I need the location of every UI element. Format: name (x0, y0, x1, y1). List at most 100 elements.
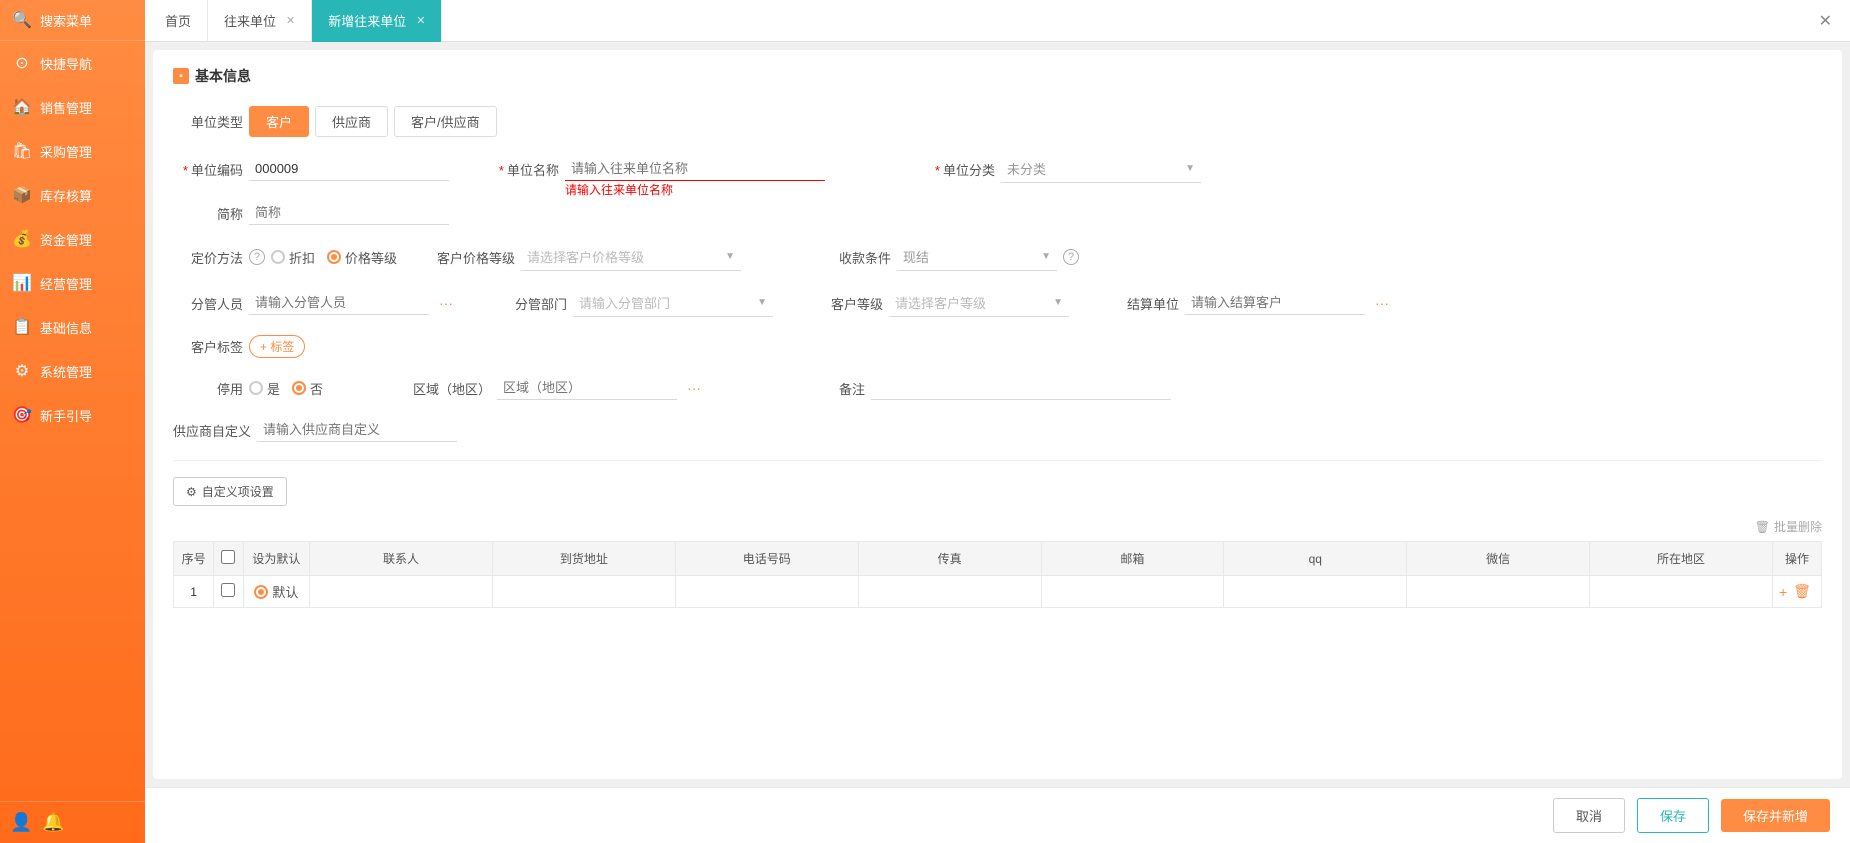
col-contact: 联系人 (310, 542, 493, 576)
section-icon: ▪ (173, 68, 189, 84)
gear-icon: ⚙ (12, 361, 32, 381)
select-all-checkbox[interactable] (221, 550, 235, 564)
fax-input[interactable] (865, 585, 1035, 599)
btn-customer[interactable]: 客户 (249, 106, 309, 137)
col-phone: 电话号码 (675, 542, 858, 576)
delete-row-icon[interactable]: 🗑 (1793, 583, 1811, 600)
sidebar-item-quick-nav[interactable]: ⊙ 快捷导航 (0, 41, 145, 85)
tab-new-partner-close[interactable]: ✕ (416, 14, 425, 27)
unit-type-btn-group: 客户 供应商 客户/供应商 (249, 106, 497, 137)
row-checkbox[interactable] (221, 583, 235, 597)
main-area: 首页 往来单位 ✕ 新增往来单位 ✕ ✕ ▪ 基本信息 单位类型 客户 供应商 … (145, 0, 1850, 843)
notification-icon[interactable]: 🔔 (42, 812, 64, 833)
btn-supplier[interactable]: 供应商 (315, 106, 388, 137)
qq-input[interactable] (1230, 585, 1400, 599)
add-tag-button[interactable]: + 标签 (249, 335, 305, 358)
sidebar-item-sales[interactable]: 🏠 销售管理 (0, 85, 145, 129)
radio-no-dot (296, 385, 302, 391)
row-qq[interactable] (1224, 576, 1407, 608)
batch-delete-icon: 🗑 (1755, 520, 1770, 534)
add-row-icon[interactable]: + (1779, 584, 1787, 600)
wechat-input[interactable] (1413, 585, 1583, 599)
radio-no-circle (292, 381, 306, 395)
disabled-row: 停用 是 否 区域（地区） ··· (173, 376, 1822, 400)
settlement-input[interactable] (1185, 291, 1365, 315)
remarks-input[interactable] (871, 376, 1171, 400)
row-wechat[interactable] (1407, 576, 1590, 608)
manager-label: 分管人员 (173, 294, 243, 313)
region-ellipsis[interactable]: ··· (683, 380, 705, 396)
customer-price-level-placeholder: 请选择客户价格等级 (527, 247, 721, 266)
category-select[interactable]: 未分类 ▼ (1001, 155, 1201, 183)
remarks-label: 备注 (795, 379, 865, 398)
tab-partners[interactable]: 往来单位 ✕ (208, 0, 312, 42)
row-default-dot (258, 589, 264, 595)
row-checkbox-cell (214, 576, 243, 608)
email-input[interactable] (1048, 585, 1218, 599)
department-select[interactable]: 请输入分管部门 ▼ (573, 289, 773, 317)
manager-ellipsis[interactable]: ··· (435, 295, 457, 311)
row-address[interactable] (492, 576, 675, 608)
payment-help-icon[interactable]: ? (1063, 249, 1079, 265)
list-icon: 📋 (12, 317, 32, 337)
custom-settings-button[interactable]: ⚙ 自定义项设置 (173, 477, 287, 506)
sidebar-item-system[interactable]: ⚙ 系统管理 (0, 349, 145, 393)
batch-delete[interactable]: 🗑 批量删除 (173, 518, 1822, 535)
name-label: 单位名称 (489, 160, 559, 179)
sidebar-item-basic-info[interactable]: 📋 基础信息 (0, 305, 145, 349)
code-input[interactable] (249, 157, 449, 181)
row-fax[interactable] (858, 576, 1041, 608)
pricing-row: 定价方法 ? 折扣 价格等级 客户价格等级 (173, 243, 1822, 271)
supplier-custom-input[interactable] (257, 418, 457, 442)
unit-type-row: 单位类型 客户 供应商 客户/供应商 (173, 106, 1822, 137)
address-input[interactable] (499, 585, 669, 599)
radio-no[interactable]: 否 (292, 379, 323, 398)
short-name-row: 简称 (173, 201, 1822, 225)
region-cell-input[interactable] (1596, 585, 1766, 599)
short-name-input[interactable] (249, 201, 449, 225)
row-phone[interactable] (675, 576, 858, 608)
phone-input[interactable] (682, 585, 852, 599)
sidebar-item-finance[interactable]: 💰 资金管理 (0, 217, 145, 261)
search-icon: 🔍 (12, 10, 32, 30)
customer-price-level-select[interactable]: 请选择客户价格等级 ▼ (521, 243, 741, 271)
sidebar-item-purchase[interactable]: 🛍 采购管理 (0, 129, 145, 173)
guide-icon: 🎯 (12, 405, 32, 425)
region-input[interactable] (497, 376, 677, 400)
save-button[interactable]: 保存 (1637, 798, 1709, 833)
settlement-ellipsis[interactable]: ··· (1371, 295, 1393, 311)
user-icon[interactable]: 👤 (10, 812, 32, 833)
sidebar-item-search[interactable]: 🔍 搜索菜单 (0, 0, 145, 41)
radio-yes[interactable]: 是 (249, 379, 280, 398)
pricing-help-icon[interactable]: ? (249, 249, 265, 265)
sidebar-item-operations[interactable]: 📊 经营管理 (0, 261, 145, 305)
tab-partners-close[interactable]: ✕ (286, 14, 295, 27)
customer-tag-row: 客户标签 + 标签 (173, 335, 1822, 358)
contact-input[interactable] (316, 585, 486, 599)
tab-new-partner[interactable]: 新增往来单位 ✕ (312, 0, 442, 42)
col-fax: 传真 (858, 542, 1041, 576)
table-row: 1 默认 (174, 576, 1822, 608)
btn-customer-supplier[interactable]: 客户/供应商 (394, 106, 497, 137)
customer-level-select[interactable]: 请选择客户等级 ▼ (889, 289, 1069, 317)
save-new-button[interactable]: 保存并新增 (1721, 799, 1830, 832)
radio-price-level[interactable]: 价格等级 (327, 248, 397, 267)
pricing-radio-group: 折扣 价格等级 (271, 248, 397, 267)
cancel-button[interactable]: 取消 (1553, 798, 1625, 833)
name-input[interactable] (565, 157, 825, 181)
row-default-radio[interactable]: 默认 (250, 582, 303, 601)
manager-input[interactable] (249, 291, 429, 315)
tab-home[interactable]: 首页 (155, 0, 208, 42)
sidebar-item-new-guide[interactable]: 🎯 新手引导 (0, 393, 145, 437)
radio-discount[interactable]: 折扣 (271, 248, 315, 267)
tabbar-close-all[interactable]: ✕ (1811, 11, 1840, 31)
sidebar-item-inventory[interactable]: 📦 库存核算 (0, 173, 145, 217)
row-email[interactable] (1041, 576, 1224, 608)
row-contact[interactable] (310, 576, 493, 608)
short-name-label: 简称 (173, 204, 243, 223)
payment-terms-select[interactable]: 现结 ▼ (897, 243, 1057, 271)
disabled-label: 停用 (173, 379, 243, 398)
contact-table-wrapper: 序号 设为默认 联系人 到货地址 电话号码 传真 邮箱 qq 微信 所在地区 操… (173, 541, 1822, 608)
pricing-label: 定价方法 (173, 248, 243, 267)
row-region[interactable] (1590, 576, 1773, 608)
